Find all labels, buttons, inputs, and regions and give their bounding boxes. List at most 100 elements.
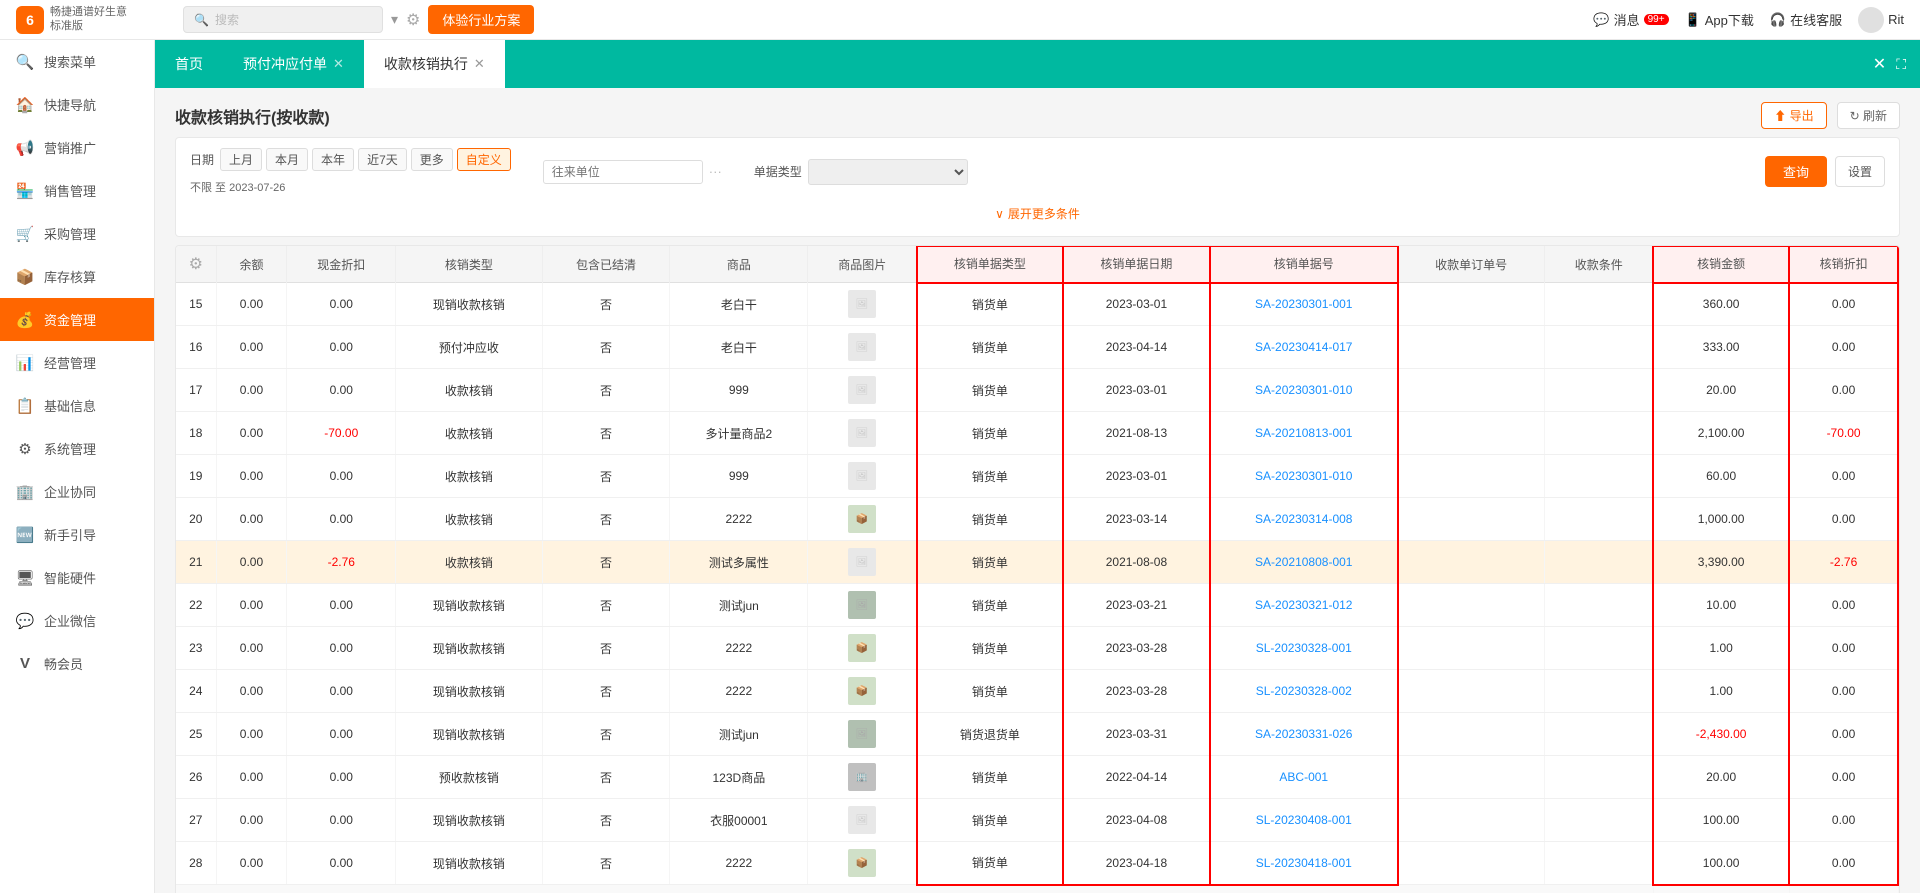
cell-product-img: 🖼	[808, 369, 917, 412]
sidebar-item-enterprise[interactable]: 🏢 企业协同	[0, 470, 154, 513]
table-row: 15 0.00 0.00 现销收款核销 否 老白干 🖼 销货单 2023-03-…	[176, 283, 1898, 326]
query-btn[interactable]: 查询	[1765, 156, 1827, 187]
cell-bill-date: 2023-04-08	[1063, 799, 1210, 842]
sidebar-item-operations[interactable]: 📊 经营管理	[0, 341, 154, 384]
tab-write-off[interactable]: 收款核销执行 ✕	[364, 40, 505, 88]
export-label: 导出	[1790, 109, 1814, 123]
sidebar-item-label: 销售管理	[44, 181, 96, 200]
close-window-icon[interactable]: ✕	[1873, 54, 1886, 74]
search-box[interactable]: 🔍 搜索	[183, 6, 383, 33]
cell-write-off-type: 现销收款核销	[396, 842, 543, 885]
messages-item[interactable]: 💬 消息 99+	[1593, 10, 1668, 29]
expand-more-btn[interactable]: ∨ 展开更多条件	[995, 205, 1080, 222]
date-btn-7days[interactable]: 近7天	[358, 148, 407, 171]
th-product-img: 商品图片	[808, 246, 917, 283]
top-search: 🔍 搜索 ▾ ⚙ 体验行业方案	[183, 5, 1581, 34]
sidebar-item-search-menu[interactable]: 🔍 搜索菜单	[0, 40, 154, 83]
sidebar-item-quick-nav[interactable]: 🏠 快捷导航	[0, 83, 154, 126]
cell-write-off-discount: 0.00	[1789, 670, 1898, 713]
sidebar-item-wechat[interactable]: 💬 企业微信	[0, 599, 154, 642]
bill-no-link[interactable]: SL-20230328-002	[1256, 684, 1352, 698]
date-btn-this-year[interactable]: 本年	[312, 148, 354, 171]
cell-bill-type: 销货单	[917, 842, 1064, 885]
cell-included-settled: 否	[542, 627, 670, 670]
bill-no-link[interactable]: SA-20210813-001	[1255, 426, 1352, 440]
source-unit-dots: ···	[709, 164, 722, 179]
bill-no-link[interactable]: SL-20230418-001	[1256, 856, 1352, 870]
sidebar-item-hardware[interactable]: 🖥 智能硬件	[0, 556, 154, 599]
sidebar-item-sales[interactable]: 🏪 销售管理	[0, 169, 154, 212]
cell-receipt-order-no	[1398, 799, 1545, 842]
tab-home[interactable]: 首页	[155, 40, 223, 88]
cell-write-off-type: 现销收款核销	[396, 283, 543, 326]
cell-cash-discount: 0.00	[287, 670, 396, 713]
sidebar-item-purchase[interactable]: 🛒 采购管理	[0, 212, 154, 255]
online-service-item[interactable]: 🎧 在线客服	[1770, 10, 1842, 29]
bill-no-link[interactable]: SA-20230301-001	[1255, 297, 1352, 311]
maximize-window-icon[interactable]: ⛶	[1896, 56, 1906, 73]
cell-cash-discount: 0.00	[287, 326, 396, 369]
bill-no-link[interactable]: SA-20230321-012	[1255, 598, 1352, 612]
bill-no-link[interactable]: SA-20230331-026	[1255, 727, 1352, 741]
cell-bill-date: 2022-04-14	[1063, 756, 1210, 799]
cell-balance: 0.00	[216, 756, 287, 799]
cell-receipt-condition	[1544, 369, 1653, 412]
sidebar-item-base-info[interactable]: 📋 基础信息	[0, 384, 154, 427]
bill-no-link[interactable]: SA-20230301-010	[1255, 383, 1352, 397]
cell-write-off-amount: 100.00	[1653, 799, 1789, 842]
app-download-item[interactable]: 📱 App下载	[1685, 10, 1754, 29]
refresh-btn[interactable]: ↻ 刷新	[1837, 102, 1900, 129]
cell-write-off-amount: 2,100.00	[1653, 412, 1789, 455]
cell-write-off-discount: -70.00	[1789, 412, 1898, 455]
refresh-icon: ↻	[1850, 109, 1860, 123]
th-bill-type: 核销单据类型	[917, 246, 1064, 283]
cell-write-off-amount: 360.00	[1653, 283, 1789, 326]
base-info-icon: 📋	[16, 397, 34, 415]
bill-no-link[interactable]: ABC-001	[1279, 770, 1328, 784]
cell-receipt-condition	[1544, 842, 1653, 885]
cell-bill-date: 2021-08-08	[1063, 541, 1210, 584]
bill-no-link[interactable]: SL-20230328-001	[1256, 641, 1352, 655]
user-item[interactable]: Rit	[1858, 7, 1904, 33]
bill-no-link[interactable]: SL-20230408-001	[1256, 813, 1352, 827]
sidebar-item-finance[interactable]: 💰 资金管理	[0, 298, 154, 341]
cell-cash-discount: 0.00	[287, 455, 396, 498]
setting-btn[interactable]: 设置	[1835, 156, 1885, 187]
cell-product: 测试jun	[670, 584, 808, 627]
date-btn-last-month[interactable]: 上月	[220, 148, 262, 171]
date-btn-this-month[interactable]: 本月	[266, 148, 308, 171]
cell-write-off-discount: 0.00	[1789, 842, 1898, 885]
settings-icon[interactable]: ⚙	[406, 10, 420, 30]
bill-no-link[interactable]: SA-20210808-001	[1255, 555, 1352, 569]
bill-type-select[interactable]	[808, 159, 968, 185]
bill-no-link[interactable]: SA-20230414-017	[1255, 340, 1352, 354]
industry-btn[interactable]: 体验行业方案	[428, 5, 534, 34]
th-cash-discount: 现金折扣	[287, 246, 396, 283]
tab1-close-icon[interactable]: ✕	[333, 56, 344, 72]
sidebar-item-marketing[interactable]: 📢 营销推广	[0, 126, 154, 169]
expand-label: 展开更多条件	[1008, 205, 1080, 222]
sidebar-item-vip[interactable]: V 畅会员	[0, 642, 154, 685]
tab2-close-icon[interactable]: ✕	[474, 56, 485, 72]
tab-prepay[interactable]: 预付冲应付单 ✕	[223, 40, 364, 88]
gear-icon[interactable]: ⚙	[186, 254, 206, 274]
cell-write-off-discount: 0.00	[1789, 799, 1898, 842]
dropdown-icon[interactable]: ▾	[391, 11, 398, 28]
th-receipt-order-no: 收款单订单号	[1398, 246, 1545, 283]
sidebar-item-system[interactable]: ⚙ 系统管理	[0, 427, 154, 470]
cell-bill-no: SA-20230321-012	[1210, 584, 1398, 627]
bill-no-link[interactable]: SA-20230314-008	[1255, 512, 1352, 526]
cell-id: 17	[176, 369, 216, 412]
source-unit-input[interactable]	[543, 160, 703, 184]
date-btn-custom[interactable]: 自定义	[457, 148, 511, 171]
sidebar-item-label: 系统管理	[44, 439, 96, 458]
export-btn[interactable]: ⬆ 导出	[1761, 102, 1826, 129]
cell-write-off-discount: -2.76	[1789, 541, 1898, 584]
bill-no-link[interactable]: SA-20230301-010	[1255, 469, 1352, 483]
sidebar-item-inventory[interactable]: 📦 库存核算	[0, 255, 154, 298]
date-btn-more[interactable]: 更多	[411, 148, 453, 171]
cell-cash-discount: 0.00	[287, 627, 396, 670]
sidebar-item-guide[interactable]: 🆕 新手引导	[0, 513, 154, 556]
cell-included-settled: 否	[542, 455, 670, 498]
cell-bill-no: SL-20230328-002	[1210, 670, 1398, 713]
